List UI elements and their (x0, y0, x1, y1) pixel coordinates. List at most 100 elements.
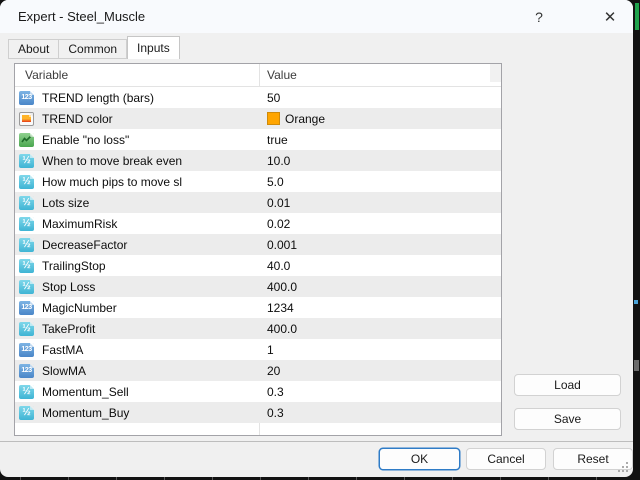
table-row[interactable]: ½ How much pips to move sl 5.0 (15, 171, 501, 192)
variable-label: FastMA (42, 342, 84, 357)
value-text: 10.0 (267, 153, 291, 168)
table-row[interactable]: 123 TREND length (bars) 50 (15, 87, 501, 108)
value-text: 0.3 (267, 405, 284, 420)
color-swatch (267, 112, 280, 125)
variable-label: MagicNumber (42, 300, 117, 315)
value-cell[interactable]: Orange (259, 108, 501, 129)
close-icon[interactable]: ✕ (588, 0, 632, 33)
ok-button[interactable]: OK (379, 448, 460, 470)
value-text: 0.01 (267, 195, 291, 210)
table-row[interactable]: 123 SlowMA 20 (15, 360, 501, 381)
int-type-icon: 123 (19, 342, 34, 357)
value-cell[interactable]: 20 (259, 360, 501, 381)
value-cell[interactable]: 0.3 (259, 402, 501, 423)
double-type-icon: ½ (19, 405, 34, 420)
resize-grip-icon[interactable] (626, 462, 628, 464)
tab-inputs[interactable]: Inputs (127, 36, 180, 59)
double-type-icon: ½ (19, 279, 34, 294)
table-rows: 123 TREND length (bars) 50 TREND color Orang… (15, 87, 501, 423)
variable-label: When to move break even (42, 153, 183, 168)
save-button[interactable]: Save (514, 408, 621, 430)
double-type-icon: ½ (19, 153, 34, 168)
variable-label: TREND length (bars) (42, 90, 155, 105)
value-text: 0.001 (267, 237, 298, 252)
inputs-table: Variable Value 123 TREND length (bars) 50 T… (14, 63, 502, 436)
value-cell[interactable]: 1234 (259, 297, 501, 318)
value-cell[interactable]: 0.001 (259, 234, 501, 255)
double-type-icon: ½ (19, 174, 34, 189)
value-cell[interactable]: 1 (259, 339, 501, 360)
table-row[interactable]: ½ TrailingStop 40.0 (15, 255, 501, 276)
variable-label: Momentum_Buy (42, 405, 130, 420)
value-cell[interactable]: true (259, 129, 501, 150)
table-row[interactable]: ½ Momentum_Buy 0.3 (15, 402, 501, 423)
value-text: 0.02 (267, 216, 291, 231)
bool-type-icon (19, 132, 34, 147)
int-type-icon: 123 (19, 90, 34, 105)
chart-green-bar (635, 3, 639, 30)
chart-scrollbar-fragment (634, 360, 639, 371)
table-row[interactable]: 123 MagicNumber 1234 (15, 297, 501, 318)
column-header-variable: Variable (25, 68, 69, 82)
table-row[interactable]: ½ DecreaseFactor 0.001 (15, 234, 501, 255)
int-type-icon: 123 (19, 363, 34, 378)
value-cell[interactable]: 0.02 (259, 213, 501, 234)
table-row[interactable]: ½ When to move break even 10.0 (15, 150, 501, 171)
table-row[interactable]: ½ MaximumRisk 0.02 (15, 213, 501, 234)
value-cell[interactable]: 50 (259, 87, 501, 108)
variable-label: TrailingStop (42, 258, 106, 273)
window-title: Expert - Steel_Muscle (18, 9, 146, 24)
table-row[interactable]: ½ Lots size 0.01 (15, 192, 501, 213)
value-text: 1234 (267, 300, 294, 315)
value-cell[interactable]: 0.3 (259, 381, 501, 402)
value-cell[interactable]: 40.0 (259, 255, 501, 276)
value-text: 400.0 (267, 321, 298, 336)
title-bar: Expert - Steel_Muscle ? ✕ (0, 0, 633, 33)
value-text: 1 (267, 342, 274, 357)
reset-button[interactable]: Reset (553, 448, 633, 470)
variable-label: How much pips to move sl (42, 174, 183, 189)
table-row[interactable]: ½ TakeProfit 400.0 (15, 318, 501, 339)
variable-label: Enable "no loss" (42, 132, 130, 147)
help-icon[interactable]: ? (517, 0, 561, 33)
load-button[interactable]: Load (514, 374, 621, 396)
variable-label: TREND color (42, 111, 113, 126)
expert-properties-dialog: Expert - Steel_Muscle ? ✕ About Common I… (0, 0, 633, 477)
value-text: 5.0 (267, 174, 284, 189)
variable-label: Momentum_Sell (42, 384, 129, 399)
value-cell[interactable]: 10.0 (259, 150, 501, 171)
column-header-value: Value (267, 68, 297, 82)
variable-label: Lots size (42, 195, 90, 210)
tab-common[interactable]: Common (59, 39, 128, 59)
scrollbar-stub (490, 64, 501, 82)
double-type-icon: ½ (19, 237, 34, 252)
cancel-button[interactable]: Cancel (466, 448, 546, 470)
color-type-icon (19, 111, 34, 126)
value-text: 50 (267, 90, 281, 105)
value-text: true (267, 132, 288, 147)
value-cell[interactable]: 400.0 (259, 318, 501, 339)
chart-speck (634, 300, 638, 304)
value-cell[interactable]: 400.0 (259, 276, 501, 297)
table-row[interactable]: ½ Stop Loss 400.0 (15, 276, 501, 297)
double-type-icon: ½ (19, 384, 34, 399)
table-row[interactable]: TREND color Orange (15, 108, 501, 129)
table-row[interactable]: 123 FastMA 1 (15, 339, 501, 360)
value-text: 20 (267, 363, 281, 378)
variable-label: Stop Loss (42, 279, 96, 294)
tab-about[interactable]: About (8, 39, 60, 59)
value-text: 40.0 (267, 258, 291, 273)
table-row[interactable]: Enable "no loss" true (15, 129, 501, 150)
int-type-icon: 123 (19, 300, 34, 315)
variable-label: SlowMA (42, 363, 87, 378)
table-row[interactable]: ½ Momentum_Sell 0.3 (15, 381, 501, 402)
value-cell[interactable]: 5.0 (259, 171, 501, 192)
double-type-icon: ½ (19, 258, 34, 273)
table-header: Variable Value (15, 64, 501, 87)
variable-label: TakeProfit (42, 321, 96, 336)
value-text: Orange (285, 111, 326, 126)
value-cell[interactable]: 0.01 (259, 192, 501, 213)
tab-bar: About Common Inputs (8, 36, 180, 59)
value-text: 0.3 (267, 384, 284, 399)
double-type-icon: ½ (19, 195, 34, 210)
